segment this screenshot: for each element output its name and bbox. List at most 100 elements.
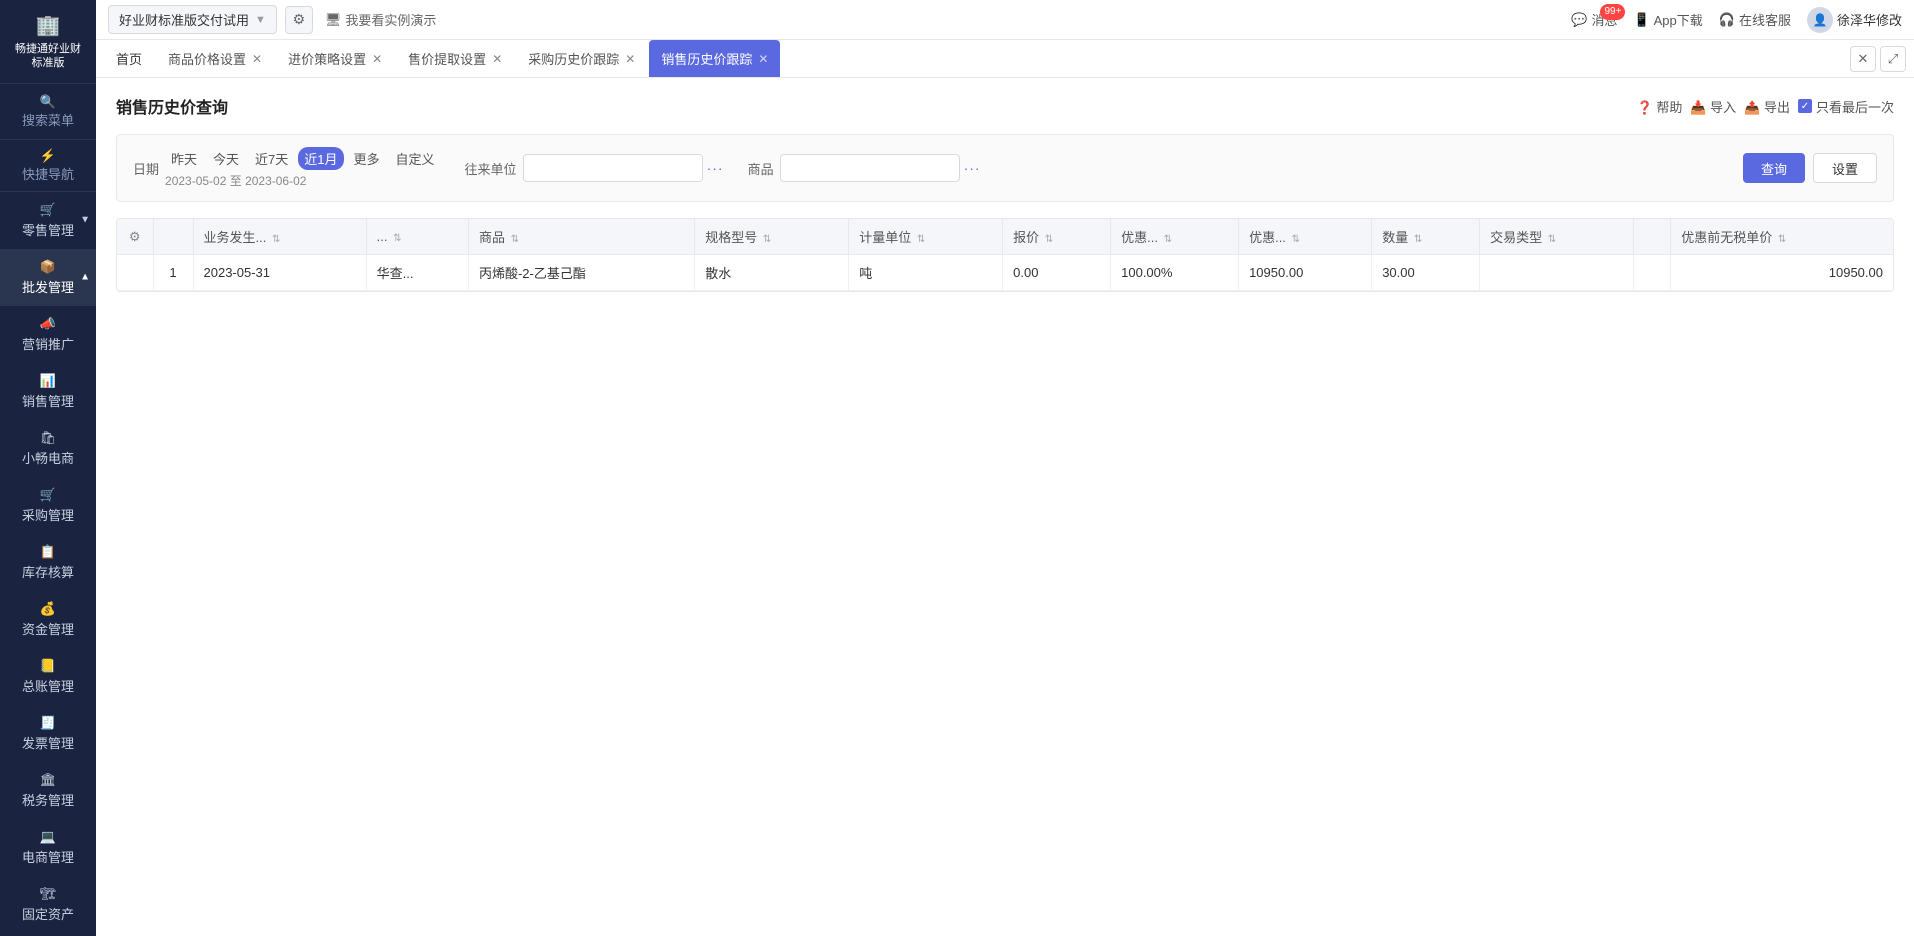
col-pretax-price: 优惠前无税单价 ⇅ — [1671, 219, 1893, 255]
sort-spec[interactable]: ⇅ — [763, 234, 771, 245]
sidebar-item-fixed-assets[interactable]: 🏗 固定资产 — [0, 876, 96, 933]
marketing-icon: 📣 — [40, 316, 56, 332]
message-icon: 💬 — [1571, 12, 1587, 28]
app-download-button[interactable]: 📱 App下载 — [1633, 10, 1702, 29]
export-button[interactable]: 📤 导出 — [1744, 97, 1790, 116]
supplier-picker-button[interactable]: ··· — [707, 160, 724, 176]
sidebar-item-inventory[interactable]: 📋 库存核算 — [0, 534, 96, 591]
sort-extra[interactable]: ⇅ — [393, 233, 401, 244]
sidebar-item-payroll[interactable]: 💵 工资 — [0, 933, 96, 936]
sidebar-item-quicknav[interactable]: ⚡ 快捷导航 — [0, 140, 96, 192]
col-quantity: 数量 ⇅ — [1372, 219, 1480, 255]
tab-close-product-price[interactable]: ✕ — [252, 52, 262, 66]
tab-product-price[interactable]: 商品价格设置 ✕ — [156, 40, 274, 78]
message-badge: 99+ — [1600, 4, 1625, 20]
tab-purchase-history[interactable]: 采购历史价跟踪 ✕ — [516, 40, 647, 78]
row-pretax-price: 10950.00 — [1671, 255, 1893, 291]
sort-pretax-price[interactable]: ⇅ — [1778, 234, 1786, 245]
tabbar: 首页 商品价格设置 ✕ 进价策略设置 ✕ 售价提取设置 ✕ 采购历史价跟踪 ✕ … — [96, 40, 1914, 78]
date-opt-more[interactable]: 更多 — [348, 147, 386, 170]
row-spec: 散水 — [695, 255, 849, 291]
row-setting — [117, 255, 153, 291]
content-area: 销售历史价查询 ❓ 帮助 📥 导入 📤 导出 ✓ 只看最后一次 — [96, 78, 1914, 936]
supplier-label: 往来单位 — [465, 159, 517, 178]
export-icon: 📤 — [1744, 100, 1760, 115]
sort-discount-amt[interactable]: ⇅ — [1292, 234, 1300, 245]
invoice-icon: 🧾 — [40, 715, 56, 731]
sidebar-item-sales[interactable]: 📊 销售管理 — [0, 363, 96, 420]
sort-price[interactable]: ⇅ — [1045, 234, 1053, 245]
settings-button-filter[interactable]: 设置 — [1813, 153, 1877, 183]
tab-expand-button[interactable]: ⤢ — [1880, 46, 1906, 72]
row-discount-amt: 10950.00 — [1239, 255, 1372, 291]
sort-unit[interactable]: ⇅ — [917, 234, 925, 245]
col-index — [153, 219, 193, 255]
row-business-date: 2023-05-31 — [193, 255, 366, 291]
finance-icon: 💰 — [40, 601, 56, 617]
tab-price-extract[interactable]: 售价提取设置 ✕ — [396, 40, 514, 78]
tab-close-sales-history[interactable]: ✕ — [758, 52, 768, 66]
date-opt-7days[interactable]: 近7天 — [249, 147, 294, 170]
tab-sales-history[interactable]: 销售历史价跟踪 ✕ — [649, 40, 780, 78]
tab-purchase-strategy[interactable]: 进价策略设置 ✕ — [276, 40, 394, 78]
col-unit: 计量单位 ⇅ — [849, 219, 1003, 255]
product-picker-button[interactable]: ··· — [964, 160, 981, 176]
gear-icon: ⚙ — [293, 11, 306, 28]
sidebar-item-purchase[interactable]: 🛒 采购管理 — [0, 477, 96, 534]
sort-discount-pct[interactable]: ⇅ — [1164, 234, 1172, 245]
column-settings-icon[interactable]: ⚙ — [129, 229, 141, 244]
supplier-input[interactable] — [523, 154, 703, 182]
product-input[interactable] — [780, 154, 960, 182]
checkbox-icon: ✓ — [1798, 99, 1812, 113]
settings-button[interactable]: ⚙ — [285, 6, 313, 34]
sidebar-item-ecommerce[interactable]: 💻 电商管理 — [0, 819, 96, 876]
date-opt-custom[interactable]: 自定义 — [390, 147, 441, 170]
row-discount-pct: 100.00% — [1111, 255, 1239, 291]
table-row[interactable]: 1 2023-05-31 华查... 丙烯酸-2-乙基己酯 散水 吨 0.00 … — [117, 255, 1893, 291]
row-unit: 吨 — [849, 255, 1003, 291]
sort-trans-type[interactable]: ⇅ — [1548, 234, 1556, 245]
tab-close-purchase-strategy[interactable]: ✕ — [372, 52, 382, 66]
sidebar-item-retail[interactable]: 🛒 零售管理 ▼ — [0, 192, 96, 249]
date-opt-yesterday[interactable]: 昨天 — [165, 147, 203, 170]
sidebar-item-ecommerce-small[interactable]: 🛍 小畅电商 — [0, 420, 96, 477]
sidebar-item-marketing[interactable]: 📣 营销推广 — [0, 306, 96, 363]
col-trans-type: 交易类型 ⇅ — [1480, 219, 1634, 255]
tab-home[interactable]: 首页 — [104, 40, 154, 78]
topbar-right: 💬 消息 99+ 📱 App下载 🎧 在线客服 👤 徐泽华修改 — [1571, 7, 1902, 33]
query-button[interactable]: 查询 — [1743, 153, 1805, 183]
ledger-icon: 📒 — [40, 658, 56, 674]
online-service-button[interactable]: 🎧 在线客服 — [1719, 10, 1791, 29]
app-logo[interactable]: 🏢 畅捷通好业财 标准版 — [0, 0, 96, 84]
user-menu[interactable]: 👤 徐泽华修改 — [1807, 7, 1902, 33]
messages-button[interactable]: 💬 消息 99+ — [1571, 10, 1617, 29]
sort-quantity[interactable]: ⇅ — [1414, 234, 1422, 245]
supplier-input-group: ··· — [523, 154, 724, 182]
tab-close-all-button[interactable]: ✕ — [1850, 46, 1876, 72]
only-last-checkbox[interactable]: ✓ 只看最后一次 — [1798, 97, 1894, 116]
date-opt-1month[interactable]: 近1月 — [298, 147, 343, 170]
version-selector[interactable]: 好业财标准版交付试用 ▼ — [108, 5, 277, 34]
help-button[interactable]: ❓ 帮助 — [1637, 97, 1683, 116]
sort-business-date[interactable]: ⇅ — [272, 234, 280, 245]
sidebar-item-finance[interactable]: 💰 资金管理 — [0, 591, 96, 648]
sidebar-item-ledger[interactable]: 📒 总账管理 — [0, 648, 96, 705]
demo-button[interactable]: 🖥 我要看实例演示 — [325, 10, 437, 29]
page-header: 销售历史价查询 ❓ 帮助 📥 导入 📤 导出 ✓ 只看最后一次 — [116, 94, 1894, 118]
tab-close-purchase-history[interactable]: ✕ — [625, 52, 635, 66]
avatar: 👤 — [1807, 7, 1833, 33]
sidebar-item-invoice[interactable]: 🧾 发票管理 — [0, 705, 96, 762]
sidebar-item-wholesale[interactable]: 📦 批发管理 ▲ — [0, 249, 96, 306]
import-button[interactable]: 📥 导入 — [1690, 97, 1736, 116]
date-options-row: 昨天 今天 近7天 近1月 更多 自定义 — [165, 147, 441, 170]
tabbar-controls: ✕ ⤢ — [1850, 46, 1906, 72]
tab-close-price-extract[interactable]: ✕ — [492, 52, 502, 66]
fixed-assets-icon: 🏗 — [40, 886, 57, 902]
chevron-down-icon: ▼ — [255, 14, 266, 26]
sort-product[interactable]: ⇅ — [511, 234, 519, 245]
date-opt-today[interactable]: 今天 — [207, 147, 245, 170]
col-spacer — [1634, 219, 1671, 255]
sidebar-item-search[interactable]: 🔍 搜索菜单 — [0, 84, 96, 140]
sidebar-item-tax[interactable]: 🏛 税务管理 — [0, 762, 96, 819]
col-product: 商品 ⇅ — [468, 219, 694, 255]
